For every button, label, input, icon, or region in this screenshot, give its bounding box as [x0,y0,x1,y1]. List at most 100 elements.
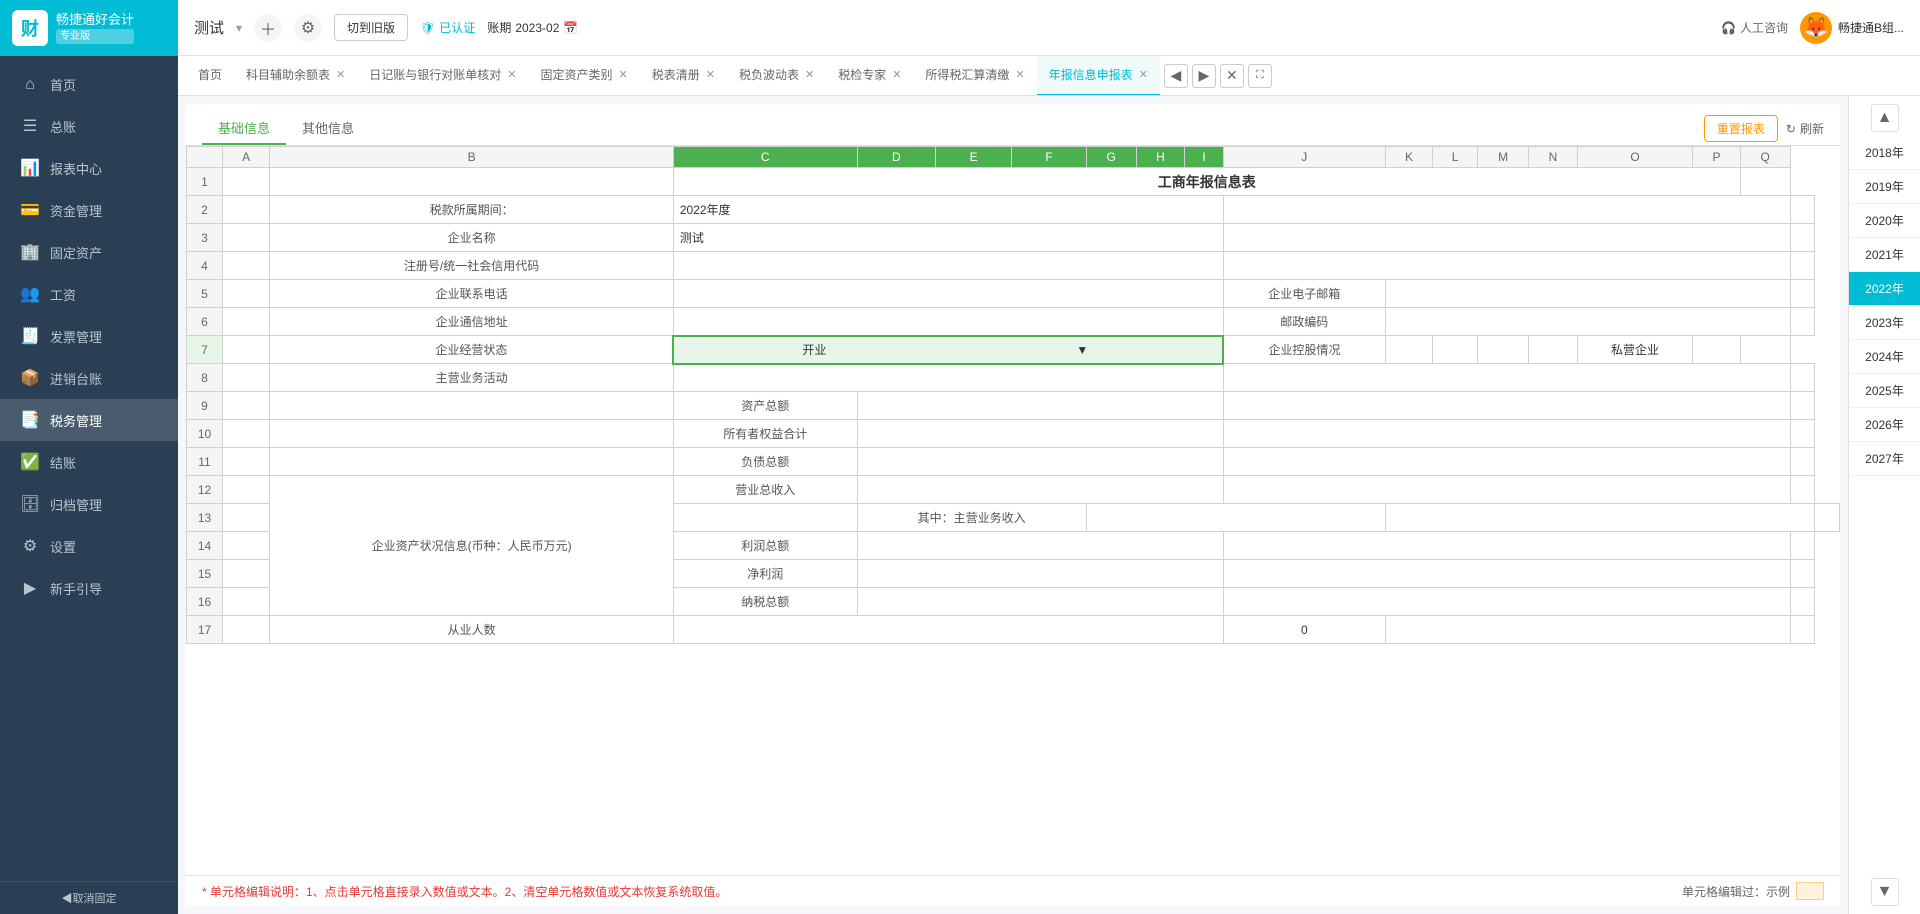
sidebar-collapse-btn[interactable]: ◀取消固定 [0,881,178,914]
cell-12a[interactable] [223,476,270,504]
cell-16d[interactable] [857,588,1223,616]
col-header-c[interactable]: C [673,147,857,168]
cell-9q[interactable] [1790,392,1815,420]
cell-7a[interactable] [223,336,270,364]
tab-close-tax-expert[interactable]: ✕ [892,68,901,81]
cell-1b[interactable] [270,168,673,196]
cell-15a[interactable] [223,560,270,588]
cell-3c[interactable]: 测试 [673,224,1223,252]
cell-14d[interactable] [857,532,1223,560]
cell-13d[interactable]: 其中：主营业务收入 [857,504,1086,532]
tabbar-prev-btn[interactable]: ◀ [1164,64,1188,88]
col-header-e[interactable]: E [935,147,1011,168]
col-header-b[interactable]: B [270,147,673,168]
tab-close-tax-fluctuation[interactable]: ✕ [805,68,814,81]
col-header-h[interactable]: H [1136,147,1185,168]
sidebar-item-stock[interactable]: 📦 进销台账 [0,357,178,399]
cell-4b[interactable]: 注册号/统一社会信用代码 [270,252,673,280]
cell-16q[interactable] [1790,588,1815,616]
cell-7n[interactable] [1529,336,1578,364]
tab-income-tax[interactable]: 所得税汇算清缴 ✕ [913,56,1036,96]
cell-5b[interactable]: 企业联系电话 [270,280,673,308]
cell-12d[interactable] [857,476,1223,504]
year-item-2018[interactable]: 2018年 [1849,136,1920,170]
cell-7k[interactable] [1385,336,1432,364]
col-header-i[interactable]: I [1185,147,1224,168]
tab-close-annual-report[interactable]: ✕ [1139,68,1148,81]
cell-9c[interactable]: 资产总额 [673,392,857,420]
subtab-basic[interactable]: 基础信息 [202,112,286,145]
cell-15d[interactable] [857,560,1223,588]
cell-2a[interactable] [223,196,270,224]
cell-5q[interactable] [1790,280,1815,308]
cell-4j[interactable] [1223,252,1790,280]
cell-13g[interactable] [1086,504,1385,532]
tab-close-income-tax[interactable]: ✕ [1015,68,1024,81]
sidebar-item-home[interactable]: ⌂ 首页 [0,64,178,105]
topbar-service-btn[interactable]: 🎧 人工咨询 [1721,19,1788,36]
sidebar-item-guide[interactable]: ▶ 新手引导 [0,567,178,609]
cell-6k[interactable] [1385,308,1790,336]
cell-8c[interactable] [673,364,1223,392]
refresh-btn[interactable]: ↻ 刷新 [1786,120,1824,137]
col-header-p[interactable]: P [1693,147,1740,168]
cell-17a[interactable] [223,616,270,644]
sidebar-item-reports[interactable]: 📊 报表中心 [0,147,178,189]
sidebar-item-ledger[interactable]: ☰ 总账 [0,105,178,147]
sidebar-item-settle[interactable]: ✅ 结账 [0,441,178,483]
cell-4q[interactable] [1790,252,1815,280]
year-item-2025[interactable]: 2025年 [1849,374,1920,408]
col-header-n[interactable]: N [1529,147,1578,168]
year-scroll-down-btn[interactable]: ▼ [1871,878,1899,906]
cell-15j[interactable] [1223,560,1790,588]
subtab-other[interactable]: 其他信息 [286,112,370,145]
cell-4c[interactable] [673,252,1223,280]
cell-12j[interactable] [1223,476,1790,504]
tabbar-close-btn[interactable]: ✕ [1220,64,1244,88]
cell-8j[interactable] [1223,364,1790,392]
cell-10j[interactable] [1223,420,1790,448]
cell-12b[interactable]: 企业资产状况信息(币种：人民币万元) [270,476,673,616]
cell-5j[interactable]: 企业电子邮箱 [1223,280,1385,308]
topbar-dropdown-arrow[interactable]: ▾ [236,21,242,35]
year-item-2020[interactable]: 2020年 [1849,204,1920,238]
cell-2c[interactable]: 2022年度 [673,196,1223,224]
year-item-2021[interactable]: 2021年 [1849,238,1920,272]
cell-11j[interactable] [1223,448,1790,476]
cell-8q[interactable] [1790,364,1815,392]
cell-1q[interactable] [1740,168,1790,196]
spreadsheet-wrapper[interactable]: A B C D E F G H I J K L M [186,146,1840,875]
cell-16a[interactable] [223,588,270,616]
tab-close-aux-balance[interactable]: ✕ [336,68,345,81]
cell-9b[interactable] [270,392,673,420]
cell-13a[interactable] [223,504,270,532]
sidebar-item-fixed[interactable]: 🏢 固定资产 [0,231,178,273]
cell-7c[interactable]: 开业 ▼ [673,336,1223,364]
tabbar-next-btn[interactable]: ▶ [1192,64,1216,88]
tab-tax-expert[interactable]: 税检专家 ✕ [826,56,913,96]
tab-home[interactable]: 首页 [186,56,234,96]
cell-13q[interactable] [1815,504,1840,532]
tab-aux-balance[interactable]: 科目辅助余额表 ✕ [234,56,357,96]
tab-close-tax-schedule[interactable]: ✕ [706,68,715,81]
col-header-g[interactable]: G [1086,147,1136,168]
tab-tax-schedule[interactable]: 税表清册 ✕ [640,56,727,96]
sidebar-item-invoice[interactable]: 🧾 发票管理 [0,315,178,357]
cell-16c[interactable]: 纳税总额 [673,588,857,616]
cell-2j[interactable] [1223,196,1790,224]
cell-14a[interactable] [223,532,270,560]
cell-5k[interactable] [1385,280,1790,308]
cell-2q[interactable] [1790,196,1815,224]
year-item-2023[interactable]: 2023年 [1849,306,1920,340]
cell-9a[interactable] [223,392,270,420]
cell-6a[interactable] [223,308,270,336]
cell-11b[interactable] [270,448,673,476]
year-item-2019[interactable]: 2019年 [1849,170,1920,204]
dropdown-arrow-icon[interactable]: ▼ [948,343,1216,357]
cell-7q[interactable] [1740,336,1790,364]
cell-11c[interactable]: 负债总额 [673,448,857,476]
cell-14q[interactable] [1790,532,1815,560]
tab-annual-report[interactable]: 年报信息申报表 ✕ [1037,56,1160,96]
cell-11d[interactable] [857,448,1223,476]
cell-1a[interactable] [223,168,270,196]
